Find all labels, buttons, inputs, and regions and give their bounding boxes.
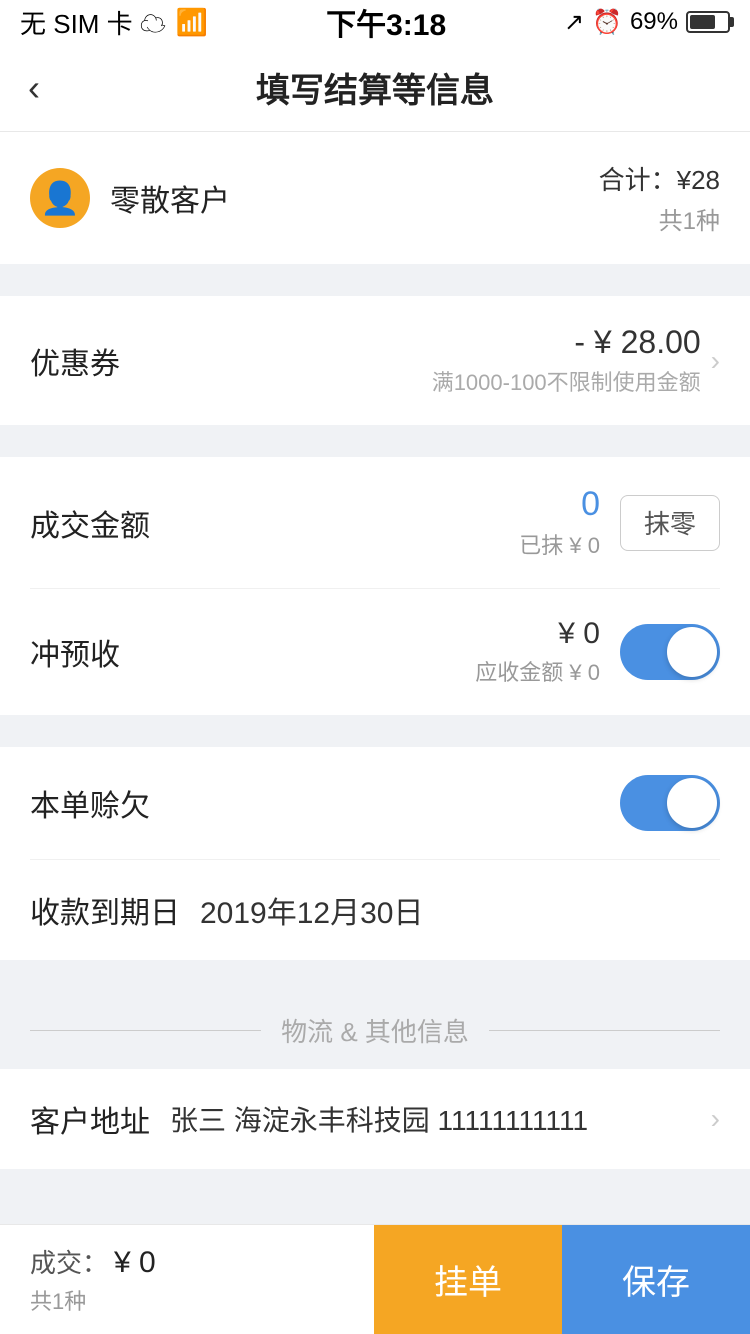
status-time: 下午3:18 [326, 0, 446, 44]
transaction-amount-group: 0 已抹 ¥ 0 [519, 485, 600, 560]
prereceive-row: 冲预收 ¥ 0 应收金额 ¥ 0 [0, 589, 750, 715]
debt-label: 本单赊欠 [30, 781, 150, 825]
duedate-value: 2019年12月30日 [200, 888, 423, 932]
hold-button[interactable]: 挂单 [374, 1225, 562, 1334]
wifi-icon: 📶 [176, 7, 208, 38]
debt-section: 本单赊欠 收款到期日 2019年12月30日 [0, 747, 750, 960]
address-label: 客户地址 [30, 1097, 150, 1141]
main-content: 👤 零散客户 合计：¥28 共1种 优惠券 - ¥ 28.00 满1000-10… [0, 132, 750, 1305]
bottom-bar: 成交： ¥ 0 共1种 挂单 保存 [0, 1224, 750, 1334]
section-divider-3 [0, 731, 750, 747]
transaction-label: 成交金额 [30, 501, 150, 545]
total-amount: 合计：¥28 [599, 160, 720, 197]
transaction-section: 成交金额 0 已抹 ¥ 0 抹零 冲预收 ¥ 0 应收金额 ¥ 0 [0, 457, 750, 715]
prereceive-sub: 应收金额 ¥ 0 [475, 655, 600, 687]
duedate-row: 收款到期日 2019年12月30日 [0, 860, 750, 960]
round-button[interactable]: 抹零 [620, 495, 720, 551]
bottom-deal-label: 成交： [30, 1243, 108, 1280]
bottom-info: 成交： ¥ 0 共1种 [0, 1243, 374, 1316]
prereceive-amount-group: ¥ 0 应收金额 ¥ 0 [475, 617, 600, 687]
logistics-text: 物流 & 其他信息 [281, 1012, 469, 1049]
transaction-value: 0 [519, 485, 600, 524]
bottom-deal-amount: ¥ 0 [114, 1246, 156, 1280]
save-button[interactable]: 保存 [562, 1225, 750, 1334]
toggle-knob [667, 627, 717, 677]
prereceive-right: ¥ 0 应收金额 ¥ 0 [475, 617, 720, 687]
avatar: 👤 [30, 168, 90, 228]
coupon-label: 优惠券 [30, 339, 120, 383]
page-title: 填写结算等信息 [256, 63, 494, 112]
prereceive-toggle[interactable] [620, 624, 720, 680]
coupon-desc: 满1000-100不限制使用金额 [432, 365, 701, 397]
status-right: ↗ ⏰ 69% [564, 8, 730, 37]
transaction-sub: 已抹 ¥ 0 [519, 528, 600, 560]
coupon-discount: - ¥ 28.00 [432, 324, 701, 361]
section-divider-1 [0, 280, 750, 296]
address-section: 客户地址 张三 海淀永丰科技园 11111111111 › [0, 1069, 750, 1169]
prereceive-amount: ¥ 0 [475, 617, 600, 651]
transaction-row: 成交金额 0 已抹 ¥ 0 抹零 [0, 457, 750, 588]
duedate-label: 收款到期日 [30, 888, 180, 932]
bottom-count: 共1种 [30, 1284, 344, 1316]
logistics-section: 物流 & 其他信息 [0, 992, 750, 1069]
nav-bar: ‹ 填写结算等信息 [0, 44, 750, 132]
back-button[interactable]: ‹ [28, 67, 40, 109]
customer-row: 👤 零散客户 合计：¥28 共1种 [0, 132, 750, 264]
address-chevron-icon: › [711, 1103, 720, 1135]
coupon-info: - ¥ 28.00 满1000-100不限制使用金额 [432, 324, 701, 397]
customer-name: 零散客户 [110, 176, 230, 220]
status-bar: 无 SIM 卡 ☁ 📶 下午3:18 ↗ ⏰ 69% [0, 0, 750, 44]
bottom-deal-line: 成交： ¥ 0 [30, 1243, 344, 1280]
coupon-section: 优惠券 - ¥ 28.00 满1000-100不限制使用金额 › [0, 296, 750, 425]
transaction-right: 0 已抹 ¥ 0 抹零 [519, 485, 720, 560]
debt-toggle[interactable] [620, 775, 720, 831]
customer-left: 👤 零散客户 [30, 168, 230, 228]
debt-toggle-knob [667, 778, 717, 828]
status-left: 无 SIM 卡 ☁ 📶 [20, 4, 208, 41]
section-divider-2 [0, 441, 750, 457]
logistics-line-right [489, 1030, 720, 1031]
sim-status: 无 SIM 卡 ☁ [20, 4, 166, 41]
alarm-icon: ⏰ [592, 8, 622, 37]
chevron-right-icon: › [711, 345, 720, 377]
address-row[interactable]: 客户地址 张三 海淀永丰科技园 11111111111 › [0, 1069, 750, 1169]
address-value: 张三 海淀永丰科技园 11111111111 [170, 1099, 711, 1139]
total-count: 共1种 [599, 201, 720, 236]
location-icon: ↗ [564, 8, 584, 37]
logistics-line-left [30, 1030, 261, 1031]
prereceive-label: 冲预收 [30, 630, 120, 674]
customer-section: 👤 零散客户 合计：¥28 共1种 [0, 132, 750, 264]
battery-percent: 69% [630, 8, 678, 36]
coupon-right: - ¥ 28.00 满1000-100不限制使用金额 › [432, 324, 720, 397]
battery-icon [686, 11, 730, 33]
customer-right: 合计：¥28 共1种 [599, 160, 720, 236]
debt-row: 本单赊欠 [0, 747, 750, 859]
section-divider-4 [0, 976, 750, 992]
coupon-row[interactable]: 优惠券 - ¥ 28.00 满1000-100不限制使用金额 › [0, 296, 750, 425]
